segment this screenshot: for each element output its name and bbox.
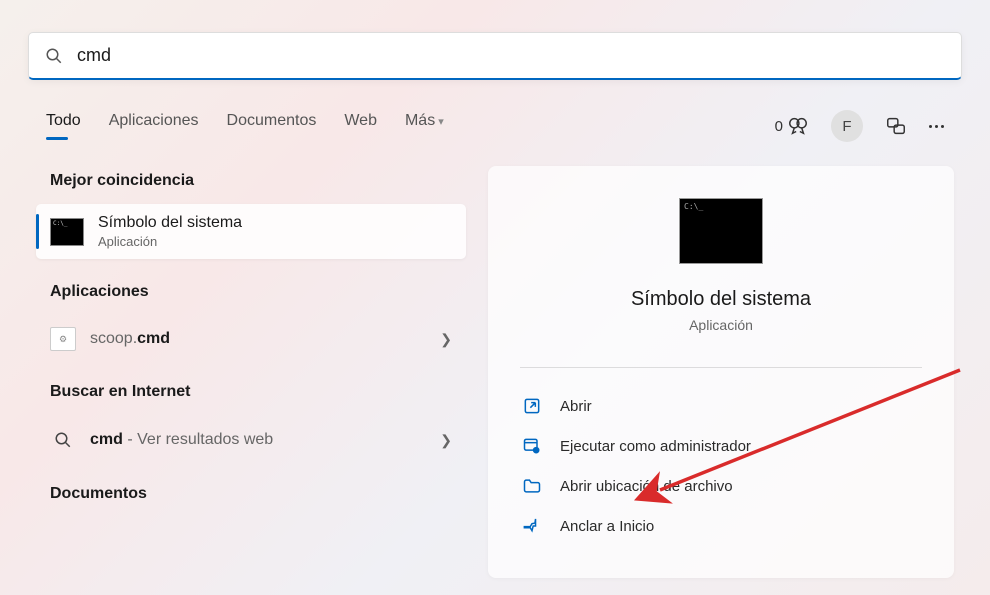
- detail-subtitle: Aplicación: [520, 317, 922, 333]
- folder-icon: [522, 476, 542, 496]
- tab-aplicaciones[interactable]: Aplicaciones: [109, 112, 199, 140]
- action-label: Anclar a Inicio: [560, 518, 654, 535]
- avatar[interactable]: F: [831, 110, 863, 142]
- shield-window-icon: [522, 436, 542, 456]
- tab-label: Aplicaciones: [109, 112, 199, 129]
- chevron-right-icon: ❯: [440, 331, 452, 348]
- divider: [520, 367, 922, 368]
- tab-label: Todo: [46, 112, 81, 129]
- search-icon: [45, 47, 63, 65]
- section-apps: Aplicaciones: [36, 277, 466, 315]
- medal-icon: [787, 115, 809, 137]
- app-item-scoop[interactable]: ⚙ scoop.cmd ❯: [36, 315, 466, 363]
- cmd-app-icon: [50, 218, 84, 246]
- tabs: Todo Aplicaciones Documentos Web Más▾: [46, 112, 444, 140]
- open-external-icon: [522, 396, 542, 416]
- avatar-initial: F: [842, 118, 851, 135]
- more-options-button[interactable]: [929, 125, 944, 128]
- action-label: Abrir ubicación de archivo: [560, 478, 733, 495]
- tab-label: Más: [405, 112, 435, 129]
- best-match-subtitle: Aplicación: [98, 234, 242, 249]
- best-match-item[interactable]: Símbolo del sistema Aplicación: [36, 204, 466, 259]
- chevron-down-icon: ▾: [438, 116, 444, 128]
- action-label: Abrir: [560, 398, 592, 415]
- tab-label: Documentos: [227, 112, 317, 129]
- detail-title: Símbolo del sistema: [520, 288, 922, 311]
- section-best-match: Mejor coincidencia: [36, 166, 466, 204]
- search-icon: [50, 427, 76, 453]
- chevron-right-icon: ❯: [440, 432, 452, 449]
- action-open[interactable]: Abrir: [520, 386, 922, 426]
- rewards-button[interactable]: 0: [775, 115, 809, 137]
- tab-label: Web: [344, 112, 377, 129]
- section-internet: Buscar en Internet: [36, 377, 466, 415]
- chat-icon[interactable]: [885, 115, 907, 137]
- detail-panel: Símbolo del sistema Aplicación Abrir Eje…: [488, 166, 954, 578]
- tab-web[interactable]: Web: [344, 112, 377, 140]
- search-input[interactable]: [77, 45, 945, 66]
- action-open-file-location[interactable]: Abrir ubicación de archivo: [520, 466, 922, 506]
- tab-documentos[interactable]: Documentos: [227, 112, 317, 140]
- search-box[interactable]: [28, 32, 962, 80]
- gear-file-icon: ⚙: [50, 327, 76, 351]
- action-run-as-admin[interactable]: Ejecutar como administrador: [520, 426, 922, 466]
- tab-mas[interactable]: Más▾: [405, 112, 444, 140]
- tab-todo[interactable]: Todo: [46, 112, 81, 140]
- action-label: Ejecutar como administrador: [560, 438, 751, 455]
- list-item-label: scoop.cmd: [90, 330, 426, 348]
- section-documents: Documentos: [36, 479, 466, 517]
- best-match-title: Símbolo del sistema: [98, 214, 242, 232]
- list-item-label: cmd - Ver resultados web: [90, 431, 426, 449]
- cmd-app-icon-large: [679, 198, 763, 264]
- rewards-count: 0: [775, 118, 783, 135]
- action-pin-start[interactable]: Anclar a Inicio: [520, 506, 922, 546]
- internet-search-item[interactable]: cmd - Ver resultados web ❯: [36, 415, 466, 465]
- pin-icon: [522, 516, 542, 536]
